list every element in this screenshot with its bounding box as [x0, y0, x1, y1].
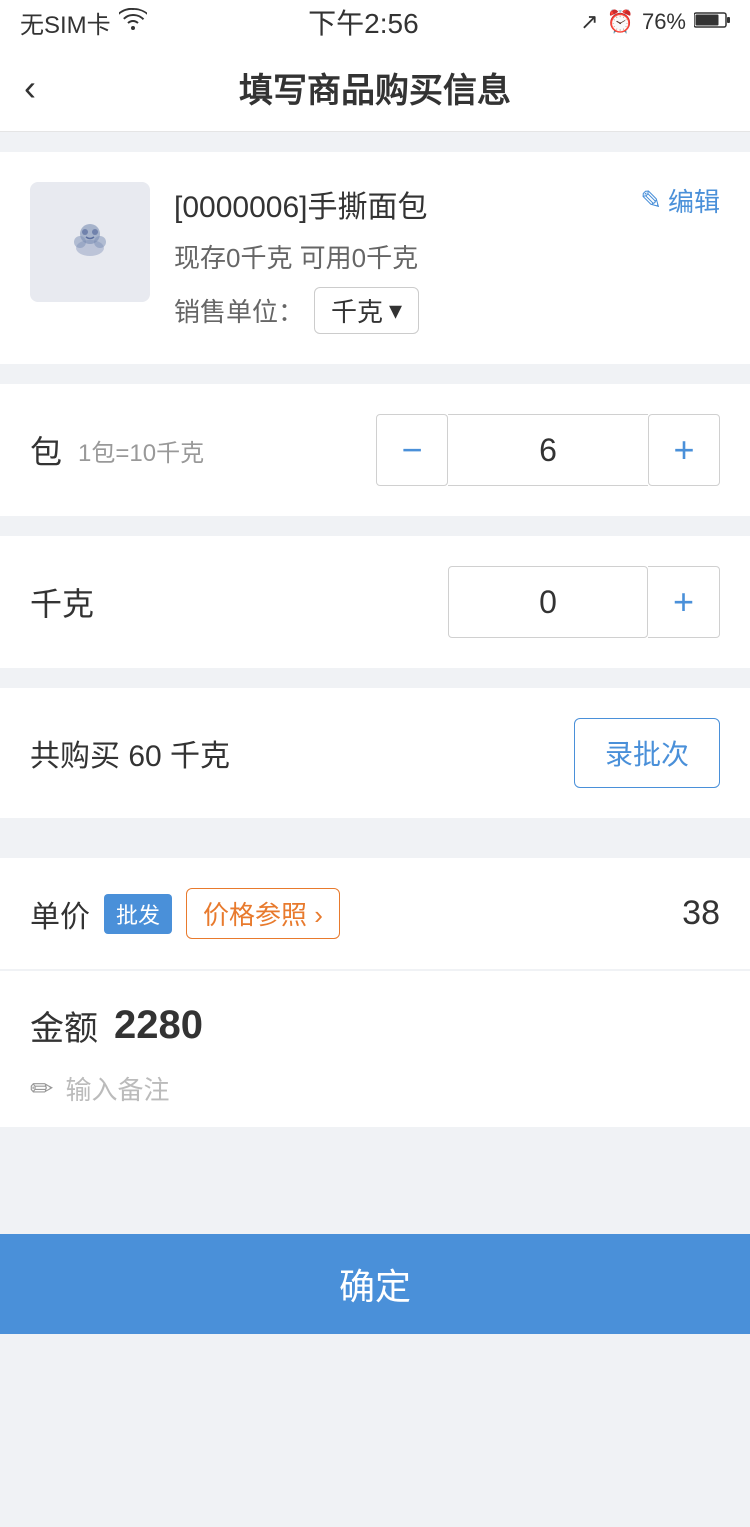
kg-input[interactable]: [448, 566, 648, 638]
price-tag-pifa: 批发: [104, 894, 172, 934]
plus-icon: +: [673, 429, 694, 471]
price-ref-label: 价格参照 ›: [203, 895, 323, 932]
status-bar: 无SIM卡 下午2:56 ↗ ⏰ 76%: [0, 0, 750, 44]
minus-icon: −: [401, 429, 422, 471]
wifi-icon: [119, 8, 147, 37]
confirm-button-label: 确定: [339, 1258, 411, 1310]
price-label: 单价: [30, 892, 90, 936]
amount-label: 金额: [30, 1001, 98, 1050]
package-input[interactable]: [448, 414, 648, 486]
unit-label: 销售单位：: [174, 292, 304, 329]
battery-percent: 76%: [642, 9, 686, 35]
kg-plus-button[interactable]: +: [648, 566, 720, 638]
package-plus-button[interactable]: +: [648, 414, 720, 486]
edit-label: 编辑: [668, 182, 720, 219]
edit-icon: ✎: [640, 185, 662, 216]
note-row[interactable]: ✏ 输入备注: [30, 1070, 720, 1107]
price-value: 38: [682, 894, 720, 933]
package-minus-button[interactable]: −: [376, 414, 448, 486]
package-hint: 1包=10千克: [78, 433, 204, 468]
amount-section: 金额 2280 ✏ 输入备注: [0, 971, 750, 1127]
kg-section: 千克 +: [0, 536, 750, 668]
note-icon: ✏: [30, 1072, 53, 1105]
status-left: 无SIM卡: [20, 5, 147, 40]
total-text: 共购买 60 千克: [30, 731, 230, 775]
kg-plus-icon: +: [673, 581, 694, 623]
unit-value: 千克: [331, 292, 383, 329]
status-time: 下午2:56: [308, 2, 419, 42]
package-label: 包 1包=10千克: [30, 427, 204, 473]
product-name: [0000006]手撕面包: [174, 182, 720, 226]
price-reference-button[interactable]: 价格参照 ›: [186, 888, 340, 939]
header: ‹ 填写商品购买信息: [0, 44, 750, 132]
status-right: ↗ ⏰ 76%: [580, 9, 730, 35]
divider-2: [0, 516, 750, 536]
divider-4: [0, 818, 750, 838]
product-unit: 销售单位： 千克 ▾: [174, 287, 720, 334]
dropdown-arrow-icon: ▾: [389, 295, 402, 326]
amount-row: 金额 2280: [30, 1001, 720, 1050]
record-batch-label: 录批次: [605, 739, 689, 770]
note-placeholder: 输入备注: [65, 1070, 169, 1107]
page-title: 填写商品购买信息: [239, 63, 511, 112]
kg-label: 千克: [30, 579, 94, 625]
price-section: 单价 批发 价格参照 › 38: [0, 858, 750, 969]
divider-3: [0, 668, 750, 688]
kg-text: 千克: [30, 579, 94, 625]
package-text: 包: [30, 427, 62, 473]
battery-icon: [694, 9, 730, 35]
back-button[interactable]: ‹: [24, 67, 36, 109]
product-info: [0000006]手撕面包 现存0千克 可用0千克 销售单位： 千克 ▾: [174, 182, 720, 334]
product-image: [30, 182, 150, 302]
record-batch-button[interactable]: 录批次: [574, 718, 720, 788]
location-icon: ↗: [580, 9, 598, 35]
package-controls: − +: [376, 414, 720, 486]
kg-controls: +: [448, 566, 720, 638]
product-stock: 现存0千克 可用0千克: [174, 238, 720, 275]
amount-value: 2280: [114, 1003, 203, 1048]
package-section: 包 1包=10千克 − +: [0, 384, 750, 516]
no-sim-text: 无SIM卡: [20, 5, 111, 40]
divider-1: [0, 364, 750, 384]
total-section: 共购买 60 千克 录批次: [0, 688, 750, 818]
package-row: 包 1包=10千克 − +: [30, 384, 720, 516]
edit-button[interactable]: ✎ 编辑: [640, 182, 720, 219]
alarm-icon: ⏰: [607, 9, 634, 35]
unit-dropdown[interactable]: 千克 ▾: [314, 287, 419, 334]
product-card: [0000006]手撕面包 现存0千克 可用0千克 销售单位： 千克 ▾ ✎ 编…: [0, 152, 750, 364]
confirm-bar[interactable]: 确定: [0, 1234, 750, 1334]
kg-row: 千克 +: [30, 536, 720, 668]
price-left: 单价 批发 价格参照 ›: [30, 888, 340, 939]
